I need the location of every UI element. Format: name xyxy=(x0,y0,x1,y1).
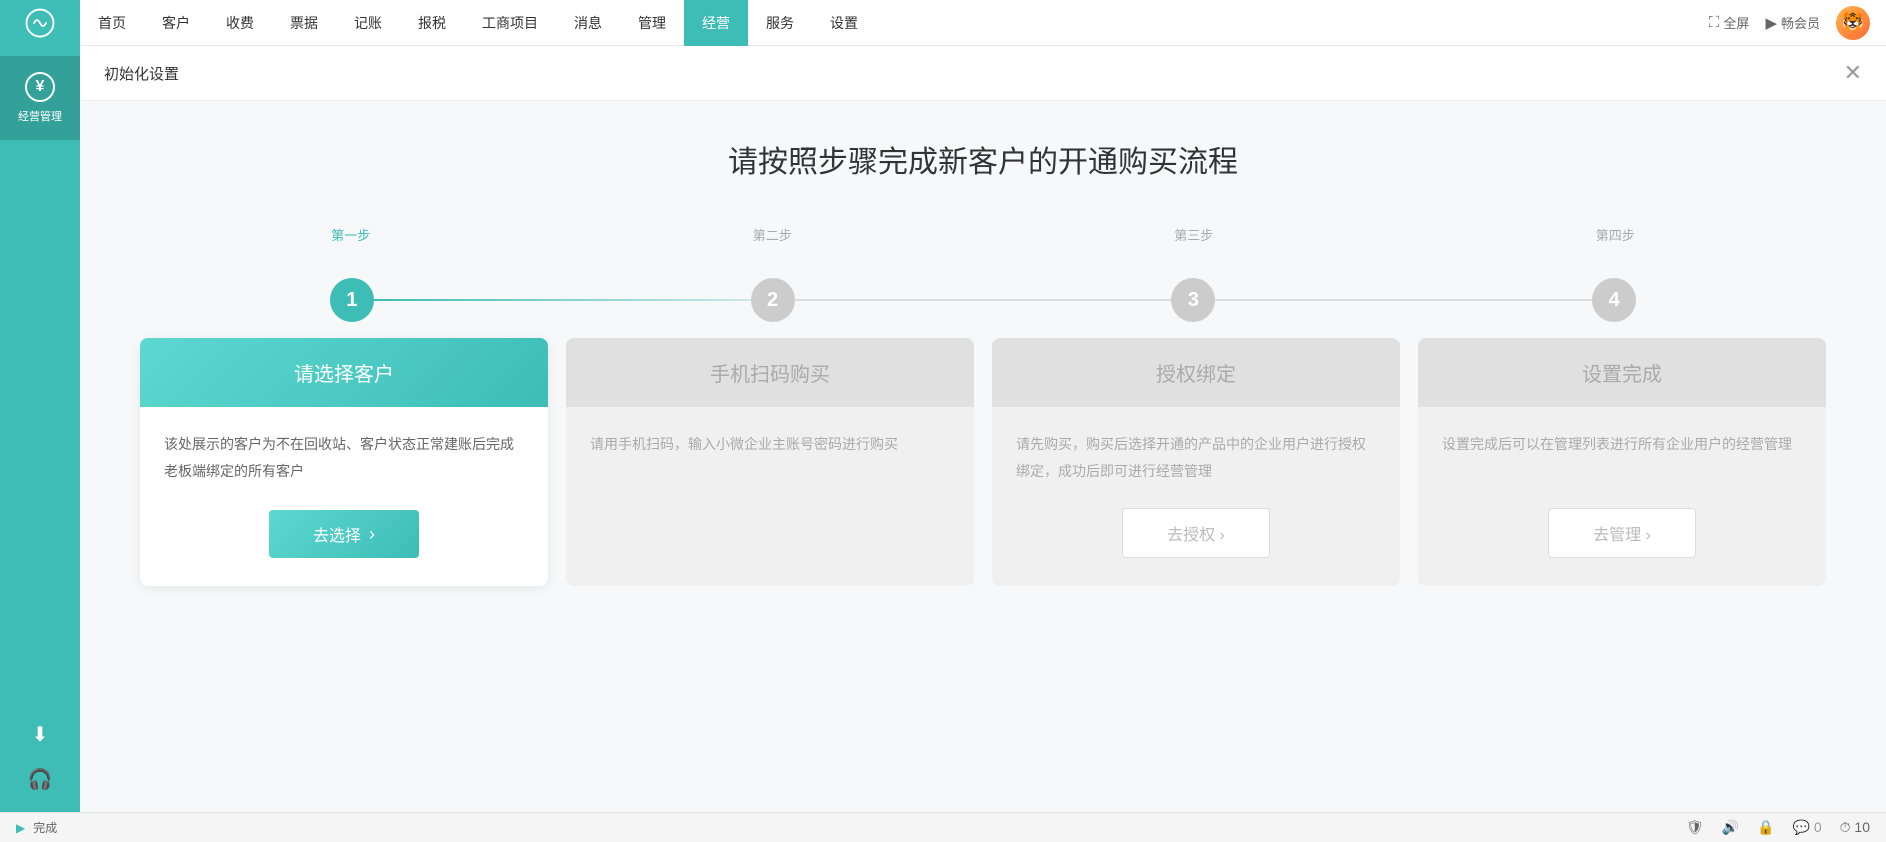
fullscreen-button[interactable]: ⛶ 全屏 xyxy=(1709,13,1750,32)
video-icon: ▶ xyxy=(1765,14,1777,32)
content-header: 初始化设置 ✕ xyxy=(80,46,1886,101)
lock-icon: 🔒 xyxy=(1757,819,1774,836)
nav-item-client[interactable]: 客户 xyxy=(144,0,208,46)
nav-item-charge[interactable]: 收费 xyxy=(208,0,272,46)
step1-node: 1 xyxy=(330,278,374,322)
logo-area xyxy=(0,0,80,46)
step2-card: 手机扫码购买 请用手机扫码，输入小微企业主账号密码进行购买 xyxy=(566,338,974,586)
content-area: 初始化设置 ✕ 请按照步骤完成新客户的开通购买流程 第一步 第二步 第三步 xyxy=(80,46,1886,812)
headset-button[interactable]: 🎧 xyxy=(28,767,53,792)
nav-item-home[interactable]: 首页 xyxy=(80,0,144,46)
logo-icon xyxy=(25,8,55,38)
goto-select-button[interactable]: 去选择 › xyxy=(269,510,419,558)
download-button[interactable]: ⬇ xyxy=(32,722,49,747)
step3-card-header: 授权绑定 xyxy=(992,338,1400,407)
nav-item-bills[interactable]: 票据 xyxy=(272,0,336,46)
nav-item-bookkeeping[interactable]: 记账 xyxy=(336,0,400,46)
avatar-icon: 🐯 xyxy=(1842,12,1864,33)
shield-icon: 🛡 xyxy=(1686,819,1704,836)
sidebar-item-label: 经营管理 xyxy=(18,108,62,124)
cards-row: 请选择客户 该处展示的客户为不在回收站、客户状态正常建账后完成老板端绑定的所有客… xyxy=(140,338,1826,586)
bottom-bar-right: 🛡 🔊 🔒 💬 0 ⏱ 10 xyxy=(1686,819,1870,836)
steps-indicator: 第一步 第二步 第三步 第四步 xyxy=(140,225,1826,254)
nav-item-operation[interactable]: 经营 xyxy=(684,0,748,46)
sidebar: ¥ 经营管理 ⬇ 🎧 xyxy=(0,46,80,812)
status-label: 完成 xyxy=(33,819,57,836)
nav-item-message[interactable]: 消息 xyxy=(556,0,620,46)
nav-item-business[interactable]: 工商项目 xyxy=(464,0,556,46)
step4-card-body: 设置完成后可以在管理列表进行所有企业用户的经营管理 xyxy=(1418,407,1826,508)
time-icon: ⏱ 10 xyxy=(1840,819,1870,836)
step2-card-body: 请用手机扫码，输入小微企业主账号密码进行购买 xyxy=(566,407,974,558)
close-button[interactable]: ✕ xyxy=(1844,60,1862,86)
step1-card-header: 请选择客户 xyxy=(140,338,548,407)
step1-label: 第一步 xyxy=(331,225,370,244)
step2-card-footer xyxy=(566,558,974,586)
step2-card-header: 手机扫码购买 xyxy=(566,338,974,407)
step3-card-footer: 去授权 › xyxy=(992,508,1400,586)
top-nav-items: 首页 客户 收费 票据 记账 报税 工商项目 消息 管理 经营 服务 设置 xyxy=(80,0,1709,46)
step2-label: 第二步 xyxy=(753,225,792,244)
nav-item-tax[interactable]: 报税 xyxy=(400,0,464,46)
steps-nodes-row: 1 › 2 › 3 › xyxy=(140,278,1826,322)
play-icon: ▶ xyxy=(16,821,25,835)
chat-icon: 💬 0 xyxy=(1793,819,1822,836)
nav-item-settings[interactable]: 设置 xyxy=(812,0,876,46)
page-body: 请按照步骤完成新客户的开通购买流程 第一步 第二步 第三步 第四步 xyxy=(80,101,1886,812)
step4-card-footer: 去管理 › xyxy=(1418,508,1826,586)
step1-card: 请选择客户 该处展示的客户为不在回收站、客户状态正常建账后完成老板端绑定的所有客… xyxy=(140,338,548,586)
top-nav-right: ⛶ 全屏 ▶ 畅会员 🐯 xyxy=(1709,6,1870,40)
page-heading: 请按照步骤完成新客户的开通购买流程 xyxy=(140,137,1826,181)
step3-card-body: 请先购买，购买后选择开通的产品中的企业用户进行授权绑定，成功后即可进行经营管理 xyxy=(992,407,1400,508)
step2-node: 2 xyxy=(751,278,795,322)
step3-label: 第三步 xyxy=(1174,225,1213,244)
nav-item-manage[interactable]: 管理 xyxy=(620,0,684,46)
sidebar-item-operation[interactable]: ¥ 经营管理 xyxy=(0,56,80,140)
page-title: 初始化设置 xyxy=(104,63,179,84)
step4-card: 设置完成 设置完成后可以在管理列表进行所有企业用户的经营管理 去管理 › xyxy=(1418,338,1826,586)
nav-item-service[interactable]: 服务 xyxy=(748,0,812,46)
step1-card-body: 该处展示的客户为不在回收站、客户状态正常建账后完成老板端绑定的所有客户 xyxy=(140,407,548,510)
step4-card-header: 设置完成 xyxy=(1418,338,1826,407)
step1-card-footer: 去选择 › xyxy=(140,510,548,586)
step3-node: 3 xyxy=(1171,278,1215,322)
step3-card: 授权绑定 请先购买，购买后选择开通的产品中的企业用户进行授权绑定，成功后即可进行… xyxy=(992,338,1400,586)
goto-manage-button[interactable]: 去管理 › xyxy=(1548,508,1696,558)
fullscreen-icon: ⛶ xyxy=(1709,14,1720,31)
goto-auth-button[interactable]: 去授权 › xyxy=(1122,508,1270,558)
bottom-bar: ▶ 完成 🛡 🔊 🔒 💬 0 ⏱ 10 xyxy=(0,812,1886,842)
arrow-right-icon: › xyxy=(369,524,375,545)
step4-label: 第四步 xyxy=(1596,225,1635,244)
step4-node: 4 xyxy=(1592,278,1636,322)
volume-icon: 🔊 xyxy=(1722,819,1739,836)
yuan-icon: ¥ xyxy=(25,72,55,102)
avatar[interactable]: 🐯 xyxy=(1836,6,1870,40)
vip-button[interactable]: ▶ 畅会员 xyxy=(1765,13,1820,32)
